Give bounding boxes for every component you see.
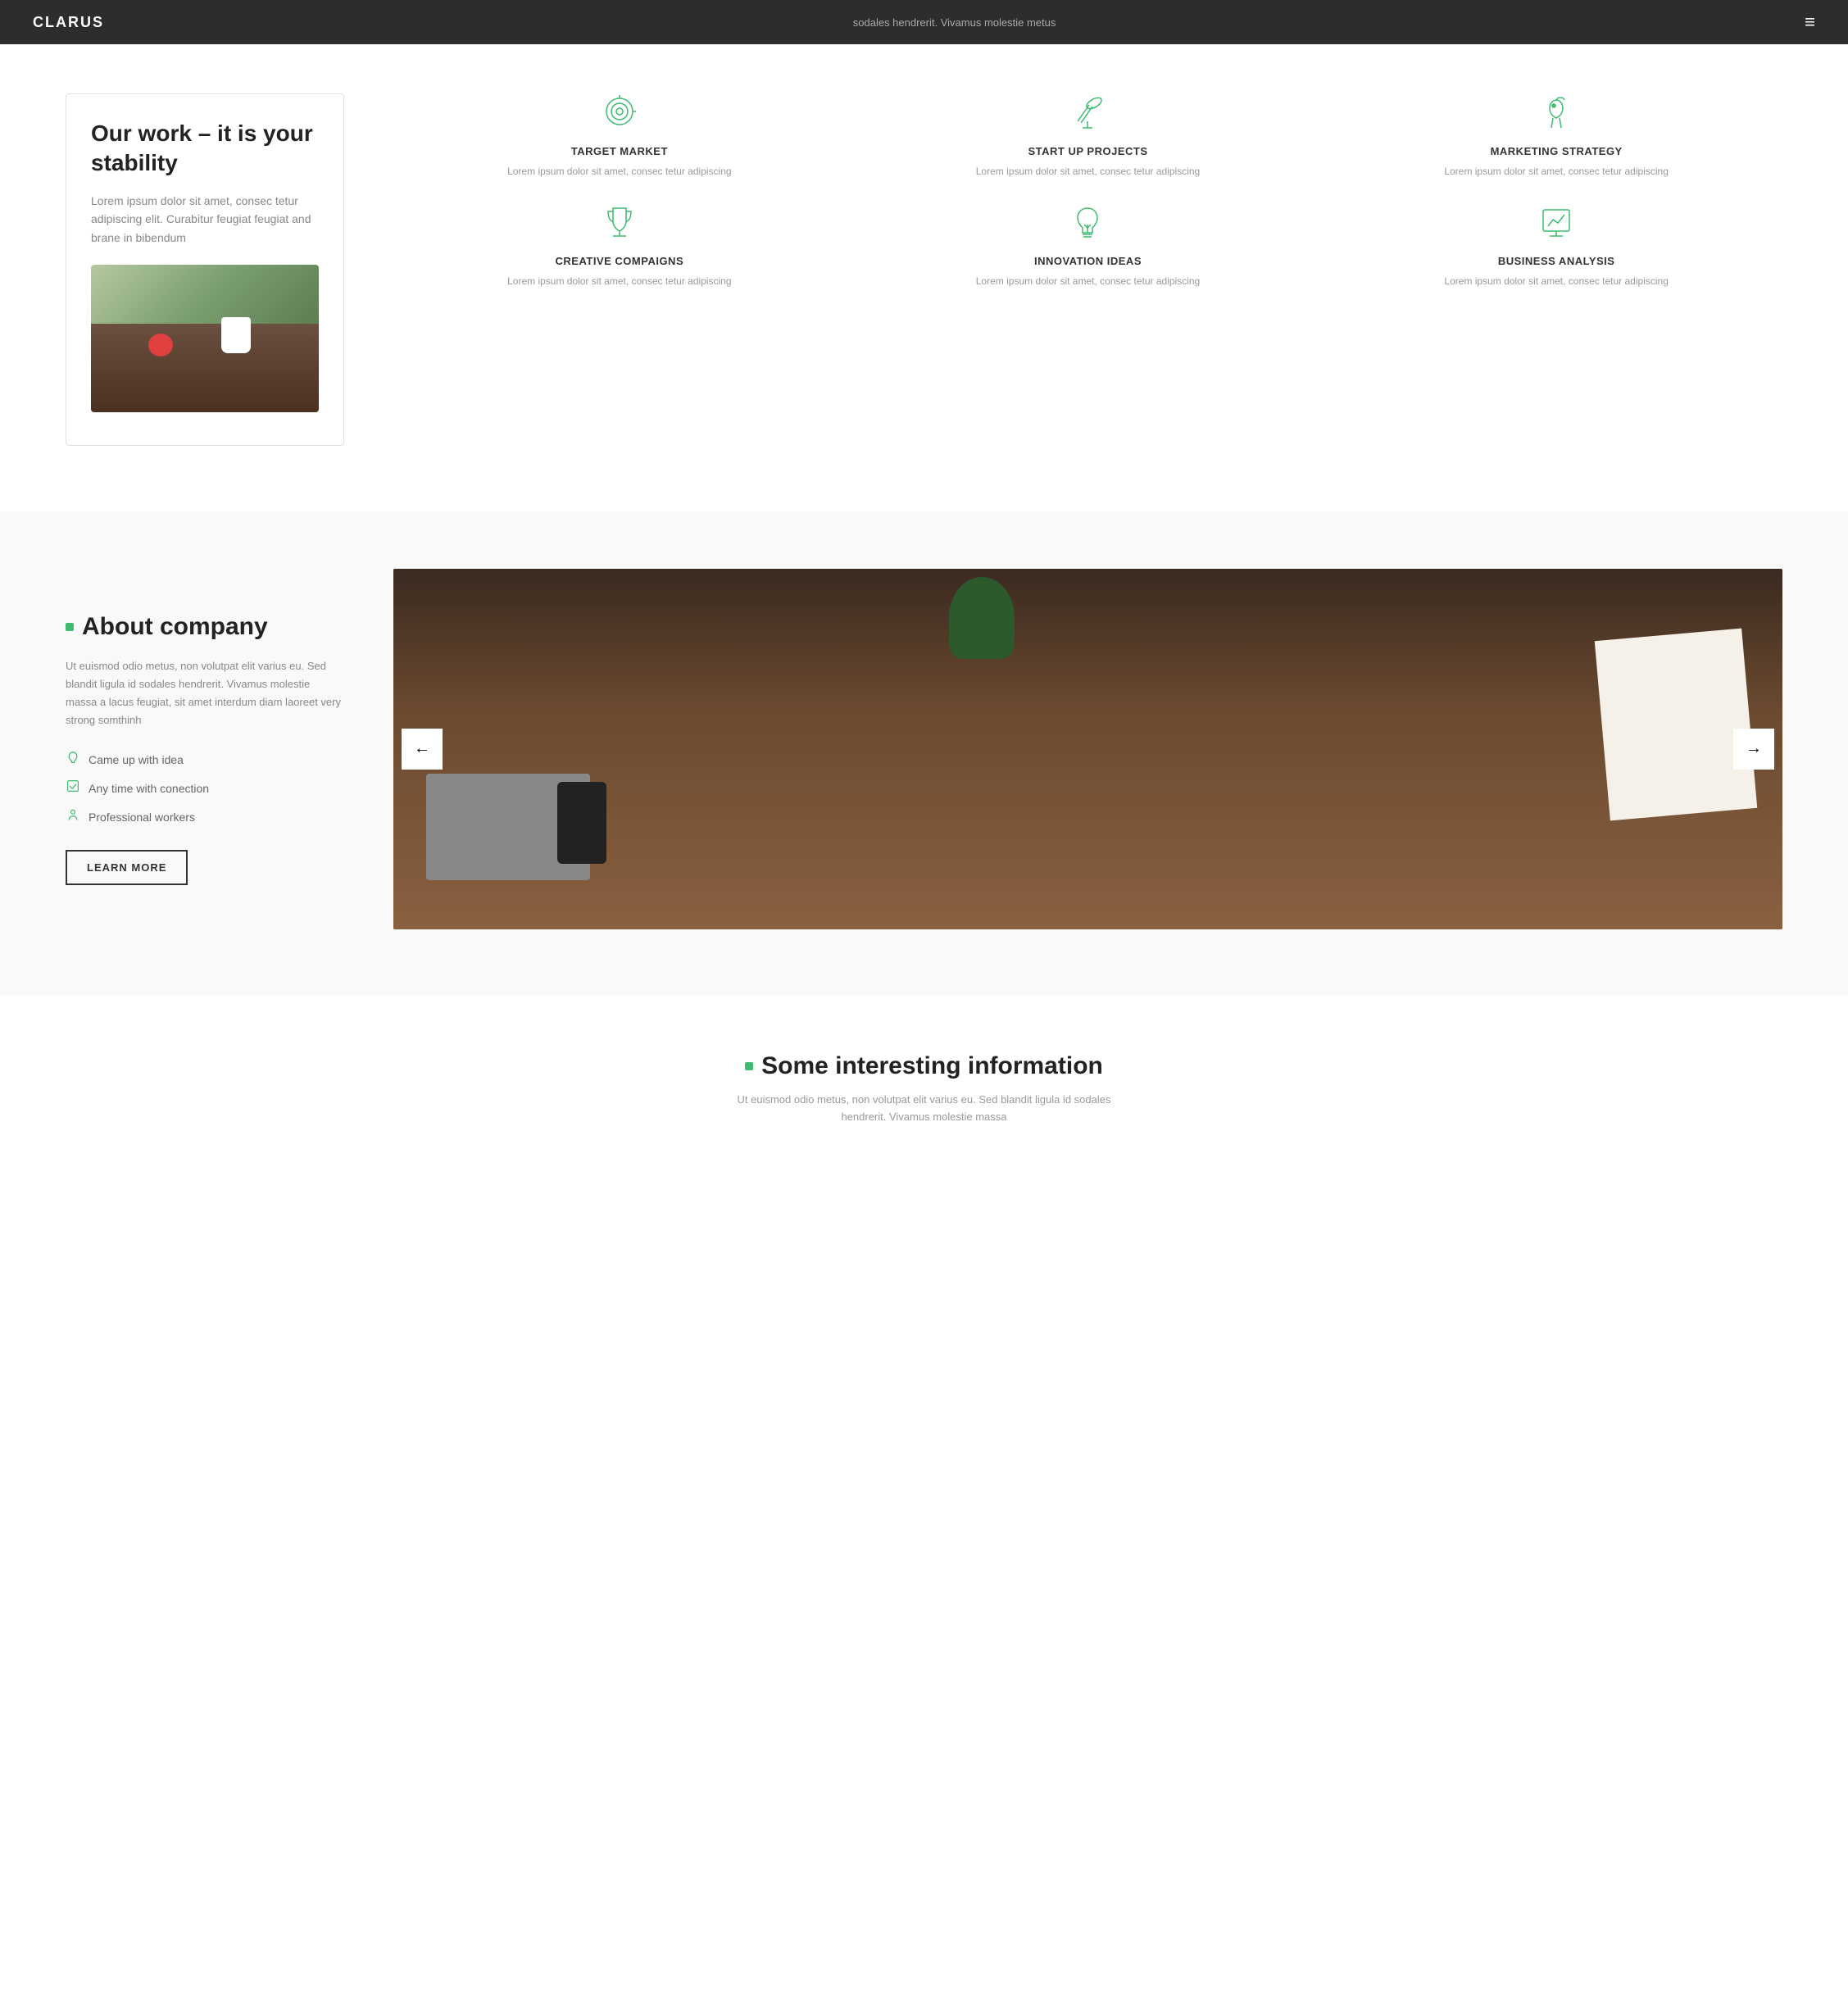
feature-desc-3: Lorem ipsum dolor sit amet, consec tetur… bbox=[1330, 164, 1782, 179]
feature-target-market: TARGET MARKET Lorem ipsum dolor sit amet… bbox=[393, 93, 846, 179]
about-description: Ut euismod odio metus, non volutpat elit… bbox=[66, 657, 344, 729]
chart-icon bbox=[1330, 203, 1782, 247]
work-image bbox=[91, 265, 319, 412]
carousel-next-button[interactable]: → bbox=[1733, 729, 1774, 770]
list-item-3: Professional workers bbox=[66, 808, 344, 825]
work-description: Lorem ipsum dolor sit amet, consec tetur… bbox=[91, 192, 319, 247]
feature-name-3: MARKETING STRATEGY bbox=[1330, 145, 1782, 157]
carousel-prev-button[interactable]: ← bbox=[402, 729, 443, 770]
section-about: About company Ut euismod odio metus, non… bbox=[0, 511, 1848, 995]
person-list-icon bbox=[66, 808, 80, 825]
section-work: Our work – it is your stability Lorem ip… bbox=[0, 44, 1848, 511]
feature-desc-5: Lorem ipsum dolor sit amet, consec tetur… bbox=[862, 274, 1314, 288]
work-features-grid: TARGET MARKET Lorem ipsum dolor sit amet… bbox=[393, 93, 1782, 288]
about-image-carousel: ← → bbox=[393, 569, 1782, 929]
info-title: Some interesting information bbox=[66, 1052, 1782, 1080]
about-left-panel: About company Ut euismod odio metus, non… bbox=[66, 613, 344, 885]
horse-icon bbox=[1330, 93, 1782, 137]
section-info: Some interesting information Ut euismod … bbox=[0, 995, 1848, 1175]
about-list: Came up with idea Any time with conectio… bbox=[66, 751, 344, 825]
work-left-panel: Our work – it is your stability Lorem ip… bbox=[66, 93, 344, 446]
feature-name-1: TARGET MARKET bbox=[393, 145, 846, 157]
navbar: CLARUS sodales hendrerit. Vivamus molest… bbox=[0, 0, 1848, 44]
list-item-1-text: Came up with idea bbox=[89, 753, 184, 766]
work-title: Our work – it is your stability bbox=[91, 119, 319, 179]
about-title: About company bbox=[66, 613, 344, 641]
menu-icon[interactable]: ≡ bbox=[1805, 11, 1815, 33]
bulb-icon bbox=[862, 203, 1314, 247]
title-dot bbox=[66, 623, 74, 631]
list-item-2-text: Any time with conection bbox=[89, 782, 209, 795]
feature-business: BUSINESS ANALYSIS Lorem ipsum dolor sit … bbox=[1330, 203, 1782, 288]
feature-marketing: MARKETING STRATEGY Lorem ipsum dolor sit… bbox=[1330, 93, 1782, 179]
info-title-dot bbox=[745, 1062, 753, 1070]
list-item-2: Any time with conection bbox=[66, 779, 344, 797]
navbar-marquee: sodales hendrerit. Vivamus molestie metu… bbox=[104, 16, 1805, 29]
feature-desc-1: Lorem ipsum dolor sit amet, consec tetur… bbox=[393, 164, 846, 179]
list-item-3-text: Professional workers bbox=[89, 811, 195, 824]
feature-desc-6: Lorem ipsum dolor sit amet, consec tetur… bbox=[1330, 274, 1782, 288]
learn-more-button[interactable]: LEARN MORE bbox=[66, 850, 188, 885]
trophy-icon bbox=[393, 203, 846, 247]
feature-name-5: INNOVATION IDEAS bbox=[862, 255, 1314, 267]
about-image bbox=[393, 569, 1782, 929]
feature-startup: START UP PROJECTS Lorem ipsum dolor sit … bbox=[862, 93, 1314, 179]
feature-name-4: CREATIVE COMPAIGNS bbox=[393, 255, 846, 267]
feature-creative: CREATIVE COMPAIGNS Lorem ipsum dolor sit… bbox=[393, 203, 846, 288]
list-item-1: Came up with idea bbox=[66, 751, 344, 768]
feature-desc-2: Lorem ipsum dolor sit amet, consec tetur… bbox=[862, 164, 1314, 179]
bulb-list-icon bbox=[66, 751, 80, 768]
checkbox-list-icon bbox=[66, 779, 80, 797]
feature-name-2: START UP PROJECTS bbox=[862, 145, 1314, 157]
target-icon bbox=[393, 93, 846, 137]
feature-innovation: INNOVATION IDEAS Lorem ipsum dolor sit a… bbox=[862, 203, 1314, 288]
feature-name-6: BUSINESS ANALYSIS bbox=[1330, 255, 1782, 267]
telescope-icon bbox=[862, 93, 1314, 137]
brand-logo: CLARUS bbox=[33, 14, 104, 31]
info-description: Ut euismod odio metus, non volutpat elit… bbox=[736, 1092, 1113, 1126]
feature-desc-4: Lorem ipsum dolor sit amet, consec tetur… bbox=[393, 274, 846, 288]
